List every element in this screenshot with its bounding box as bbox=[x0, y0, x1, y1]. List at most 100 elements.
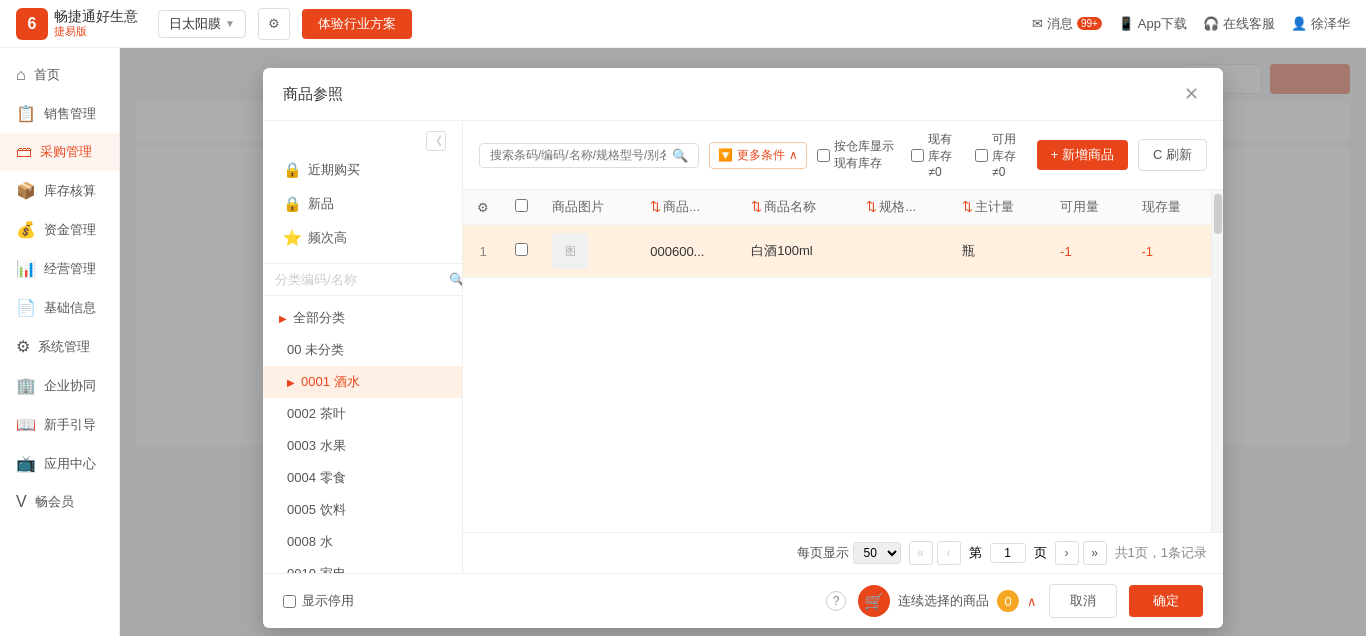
main-layout: ⌂ 首页 📋 销售管理 🗃 采购管理 📦 库存核算 💰 资金管理 📊 经营管理 … bbox=[0, 48, 1366, 636]
sidebar-item-sales[interactable]: 📋 销售管理 bbox=[0, 94, 119, 133]
prev-page-button[interactable]: ‹ bbox=[937, 541, 961, 565]
recent-purchase-item[interactable]: 🔒 近期购买 bbox=[275, 155, 450, 185]
left-panel: 《 🔒 近期购买 🔒 新品 ⭐ bbox=[263, 121, 463, 573]
category-search-input[interactable] bbox=[275, 272, 443, 287]
first-page-button[interactable]: « bbox=[909, 541, 933, 565]
sidebar-item-purchase[interactable]: 🗃 采购管理 bbox=[0, 133, 119, 171]
category-search: 🔍 bbox=[263, 264, 462, 296]
filter-stock-check[interactable]: 按仓库显示现有库存 bbox=[817, 138, 899, 172]
product-search-wrap: 🔍 bbox=[479, 143, 699, 168]
th-checkbox[interactable] bbox=[503, 190, 540, 225]
sidebar-item-finance[interactable]: 💰 资金管理 bbox=[0, 210, 119, 249]
sidebar-item-apps[interactable]: 📺 应用中心 bbox=[0, 444, 119, 483]
expand-cart-icon[interactable]: ∧ bbox=[1027, 594, 1037, 609]
nav-selector[interactable]: 日太阳膜 ▼ bbox=[158, 10, 246, 38]
last-page-button[interactable]: » bbox=[1083, 541, 1107, 565]
row-checkbox[interactable] bbox=[515, 243, 528, 256]
product-search-input[interactable] bbox=[490, 148, 666, 162]
sidebar-item-member[interactable]: V 畅会员 bbox=[0, 483, 119, 521]
sort-icon-name: ⇅ bbox=[751, 199, 762, 214]
per-page: 每页显示 50 bbox=[797, 542, 901, 564]
sidebar-item-stock[interactable]: 📦 库存核算 bbox=[0, 171, 119, 210]
app-download-button[interactable]: 📱 App下载 bbox=[1118, 15, 1187, 33]
td-stock: -1 bbox=[1130, 225, 1211, 278]
td-name: 白酒100ml bbox=[739, 225, 854, 278]
td-checkbox[interactable] bbox=[503, 225, 540, 278]
product-table: ⚙ 商品图片 ⇅商品... ⇅商品名称 ⇅规格... ⇅主计量 可用量 bbox=[463, 190, 1211, 278]
available-checkbox[interactable] bbox=[911, 149, 924, 162]
logo-title: 畅捷通好生意 bbox=[54, 8, 138, 25]
filter-available-check[interactable]: 现有库存≠0 bbox=[911, 131, 963, 179]
refresh-button[interactable]: C 刷新 bbox=[1138, 139, 1207, 171]
sidebar-item-guide[interactable]: 📖 新手引导 bbox=[0, 405, 119, 444]
purchase-icon: 🗃 bbox=[16, 143, 32, 161]
table-area: ⚙ 商品图片 ⇅商品... ⇅商品名称 ⇅规格... ⇅主计量 可用量 bbox=[463, 190, 1223, 532]
more-filter-button[interactable]: 🔽 更多条件 ∧ bbox=[709, 142, 807, 169]
table-scrollbar[interactable] bbox=[1211, 190, 1223, 532]
online-service-button[interactable]: 🎧 在线客服 bbox=[1203, 15, 1275, 33]
cart-icon[interactable]: 🛒 bbox=[858, 585, 890, 617]
table-header: ⚙ 商品图片 ⇅商品... ⇅商品名称 ⇅规格... ⇅主计量 可用量 bbox=[463, 190, 1211, 225]
logo-area: 6 畅捷通好生意 捷易版 bbox=[16, 8, 138, 40]
show-disabled-checkbox[interactable]: 显示停用 bbox=[283, 592, 354, 610]
help-button[interactable]: ? bbox=[826, 591, 846, 611]
sidebar-item-operation[interactable]: 📊 经营管理 bbox=[0, 249, 119, 288]
content-area: 商品参照 ✕ 《 🔒 近期购买 bbox=[120, 48, 1366, 636]
sidebar-item-system[interactable]: ⚙ 系统管理 bbox=[0, 327, 119, 366]
stock-checkbox[interactable] bbox=[817, 149, 830, 162]
settings-button[interactable]: ⚙ bbox=[258, 8, 290, 40]
page-input[interactable] bbox=[990, 543, 1026, 563]
sidebar-item-basic-info[interactable]: 📄 基础信息 bbox=[0, 288, 119, 327]
chevron-down-icon: ▼ bbox=[225, 18, 235, 29]
new-product-item[interactable]: 🔒 新品 bbox=[275, 189, 450, 219]
expand-icon: ▶ bbox=[279, 313, 287, 324]
category-water[interactable]: 0008 水 bbox=[263, 526, 462, 558]
category-all[interactable]: ▶ 全部分类 bbox=[263, 302, 462, 334]
user-menu[interactable]: 👤 徐泽华 bbox=[1291, 15, 1350, 33]
sidebar-item-enterprise[interactable]: 🏢 企业协同 bbox=[0, 366, 119, 405]
modal-title: 商品参照 bbox=[283, 85, 343, 104]
th-stock[interactable]: 现存量 bbox=[1130, 190, 1211, 225]
td-code: 000600... bbox=[638, 225, 739, 278]
notification-button[interactable]: ✉ 消息 99+ bbox=[1032, 15, 1102, 33]
filter-usable-check[interactable]: 可用库存≠0 bbox=[975, 131, 1027, 179]
high-frequency-item[interactable]: ⭐ 频次高 bbox=[275, 223, 450, 253]
cancel-button[interactable]: 取消 bbox=[1049, 584, 1117, 618]
page-of-label: 页 bbox=[1034, 544, 1047, 562]
sidebar-item-home[interactable]: ⌂ 首页 bbox=[0, 56, 119, 94]
category-unclassified[interactable]: 00 未分类 bbox=[263, 334, 462, 366]
active-expand-icon: ▶ bbox=[287, 377, 295, 388]
category-liquor[interactable]: ▶ 0001 酒水 bbox=[263, 366, 462, 398]
th-settings[interactable]: ⚙ bbox=[463, 190, 503, 225]
usable-checkbox[interactable] bbox=[975, 149, 988, 162]
per-page-select[interactable]: 50 bbox=[853, 542, 901, 564]
trial-button[interactable]: 体验行业方案 bbox=[302, 9, 412, 39]
page-total: 共1页，1条记录 bbox=[1115, 544, 1207, 562]
confirm-button[interactable]: 确定 bbox=[1129, 585, 1203, 617]
left-panel-top: 《 🔒 近期购买 🔒 新品 ⭐ bbox=[263, 121, 462, 264]
category-tea[interactable]: 0002 茶叶 bbox=[263, 398, 462, 430]
category-fruit[interactable]: 0003 水果 bbox=[263, 430, 462, 462]
category-appliance[interactable]: 0010 家电 bbox=[263, 558, 462, 573]
modal-body: 《 🔒 近期购买 🔒 新品 ⭐ bbox=[263, 121, 1223, 573]
category-search-icon[interactable]: 🔍 bbox=[449, 272, 463, 287]
table-row[interactable]: 1 图 000600... bbox=[463, 225, 1211, 278]
collapse-button[interactable]: 《 bbox=[426, 131, 446, 151]
disabled-checkbox[interactable] bbox=[283, 595, 296, 608]
th-name[interactable]: ⇅商品名称 bbox=[739, 190, 854, 225]
modal-close-button[interactable]: ✕ bbox=[1179, 82, 1203, 106]
td-spec bbox=[854, 225, 949, 278]
filter-bar: 🔍 🔽 更多条件 ∧ 按仓库显示现有库存 bbox=[463, 121, 1223, 190]
category-beverage[interactable]: 0005 饮料 bbox=[263, 494, 462, 526]
sort-icon-spec: ⇅ bbox=[866, 199, 877, 214]
select-all-checkbox[interactable] bbox=[515, 199, 528, 212]
th-spec[interactable]: ⇅规格... bbox=[854, 190, 949, 225]
scroll-thumb[interactable] bbox=[1214, 194, 1222, 234]
th-available[interactable]: 可用量 bbox=[1048, 190, 1129, 225]
search-icon[interactable]: 🔍 bbox=[672, 148, 688, 163]
next-page-button[interactable]: › bbox=[1055, 541, 1079, 565]
category-snack[interactable]: 0004 零食 bbox=[263, 462, 462, 494]
th-code[interactable]: ⇅商品... bbox=[638, 190, 739, 225]
add-product-button[interactable]: + 新增商品 bbox=[1037, 140, 1128, 170]
th-unit[interactable]: ⇅主计量 bbox=[950, 190, 1048, 225]
